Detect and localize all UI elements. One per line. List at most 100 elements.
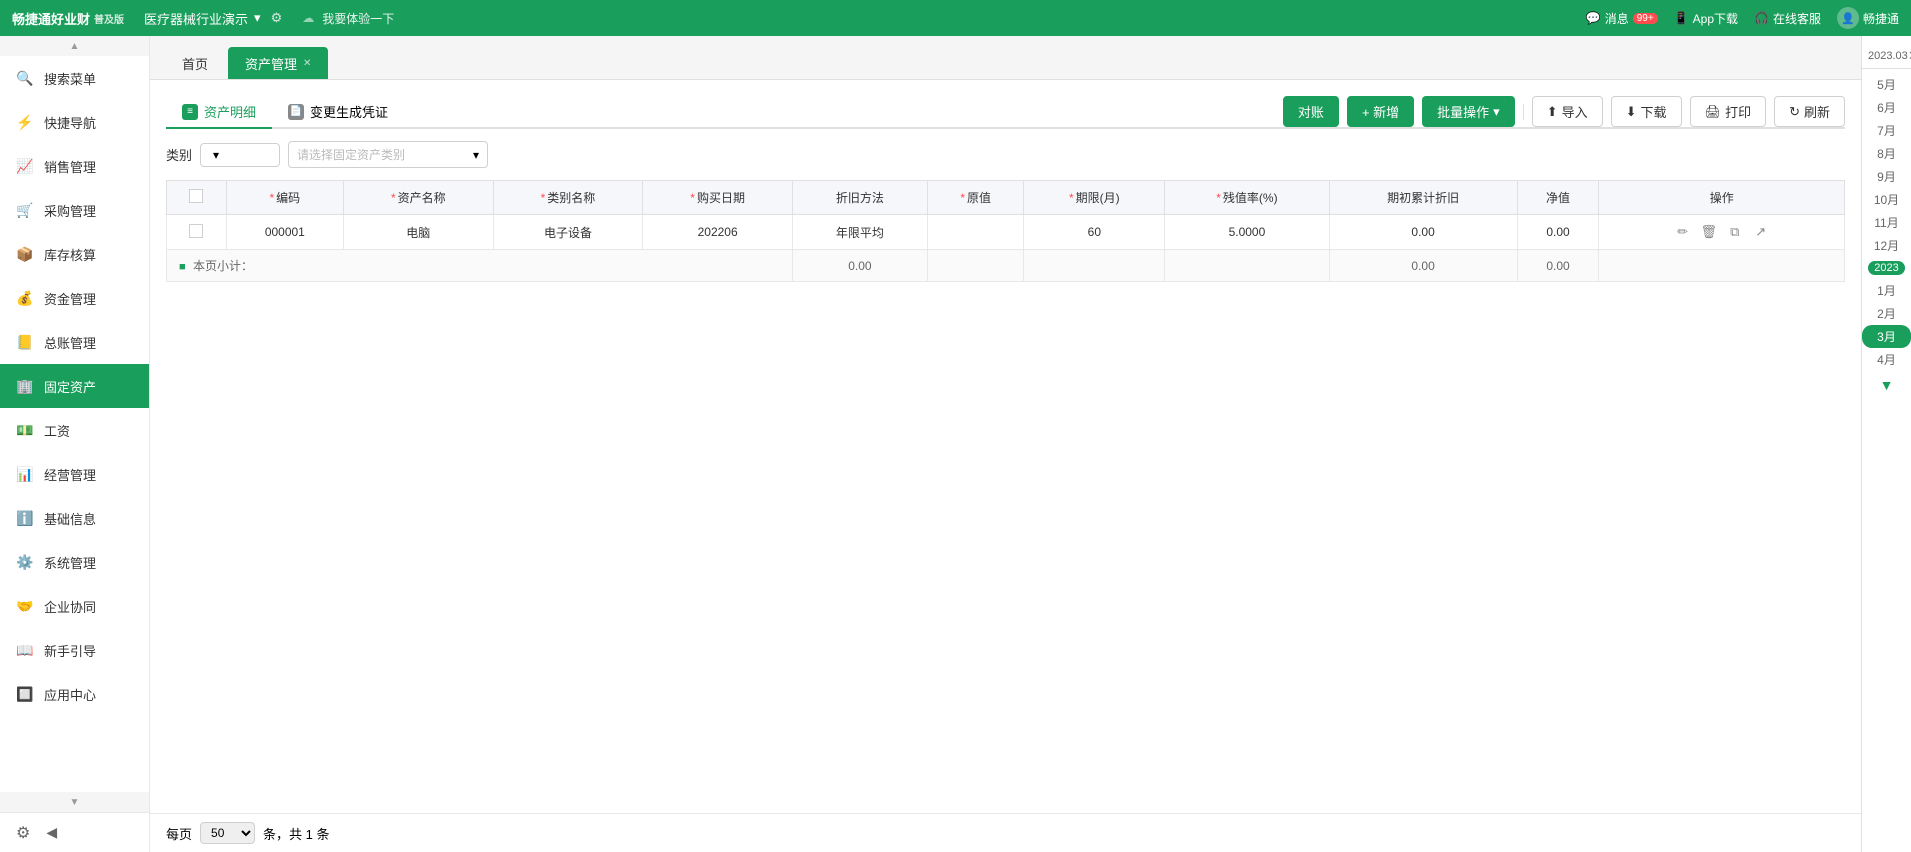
change-voucher-icon: 📄	[288, 104, 304, 120]
sub-tab-asset-detail-label: 资产明细	[204, 102, 256, 121]
select-all-checkbox[interactable]	[189, 189, 203, 203]
messages-btn[interactable]: 💬 消息 99+	[1586, 10, 1658, 27]
category-type-select[interactable]: 请选择固定资产类别 ▾	[288, 141, 488, 168]
category-label: 类别	[166, 145, 192, 164]
logo-text: 畅捷通好业财	[12, 9, 90, 28]
tab-asset-mgmt[interactable]: 资产管理 ✕	[228, 47, 328, 79]
download-icon: 📱	[1674, 11, 1689, 25]
online-service-btn[interactable]: 🎧 在线客服	[1754, 10, 1821, 27]
sidebar-item-capital[interactable]: 💰 资金管理	[0, 276, 149, 320]
avatar-icon: 👤	[1837, 7, 1859, 29]
company-selector[interactable]: 医疗器械行业演示 ▾ ⚙	[144, 9, 282, 28]
sidebar-item-enterprise[interactable]: 🤝 企业协同	[0, 584, 149, 628]
purchase-icon: 🛒	[16, 201, 34, 219]
tab-home[interactable]: 首页	[166, 47, 224, 79]
sidebar-item-operations[interactable]: 📊 经营管理	[0, 452, 149, 496]
toolbar-divider	[1523, 104, 1524, 120]
refresh-btn[interactable]: ↻ 刷新	[1774, 96, 1845, 127]
sidebar-item-salary[interactable]: 💵 工资	[0, 408, 149, 452]
page-size-select[interactable]: 50 100 200	[200, 822, 255, 844]
row-depreciation-method: 年限平均	[792, 215, 927, 250]
new-btn[interactable]: + 新增	[1347, 96, 1414, 127]
sidebar-item-purchase[interactable]: 🛒 采购管理	[0, 188, 149, 232]
sidebar-scroll-down[interactable]: ▼	[0, 792, 149, 812]
sidebar-item-label: 系统管理	[44, 553, 96, 572]
user-avatar-area[interactable]: 👤 畅捷通	[1837, 7, 1899, 29]
delete-icon[interactable]: 🗑	[1699, 222, 1719, 242]
month-9[interactable]: 9月	[1862, 165, 1911, 188]
category-select[interactable]: ▾	[200, 143, 280, 167]
month-8[interactable]: 8月	[1862, 142, 1911, 165]
quick-nav-icon: ⚡	[16, 113, 34, 131]
sidebar-item-label: 新手引导	[44, 641, 96, 660]
basic-info-icon: ℹ️	[16, 509, 34, 527]
sidebar-item-label: 销售管理	[44, 157, 96, 176]
settings-bottom-icon[interactable]: ⚙	[16, 823, 30, 843]
content-area: 首页 资产管理 ✕ ≡ 资产明细 📄 变更生成凭证 对	[150, 36, 1861, 852]
sub-tab-change-voucher[interactable]: 📄 变更生成凭证	[272, 96, 404, 129]
experience-btn-area[interactable]: ☁ 我要体验一下	[302, 10, 1586, 27]
sub-tabs: ≡ 资产明细 📄 变更生成凭证 对账 + 新增 批量操作 ▾	[166, 96, 1845, 129]
month-6[interactable]: 6月	[1862, 96, 1911, 119]
sub-tab-asset-detail[interactable]: ≡ 资产明细	[166, 96, 272, 129]
print-icon: 🖨	[1705, 104, 1722, 120]
reconcile-btn[interactable]: 对账	[1283, 96, 1339, 127]
salary-icon: 💵	[16, 421, 34, 439]
sidebar-item-system[interactable]: ⚙️ 系统管理	[0, 540, 149, 584]
download-btn[interactable]: ⬇ 下载	[1611, 96, 1682, 127]
main-layout: ▲ 🔍 搜索菜单 ⚡ 快捷导航 📈 销售管理 🛒 采购管理 📦 库存核算	[0, 36, 1911, 852]
edition-text: 普及版	[94, 11, 124, 26]
tab-close-icon[interactable]: ✕	[303, 58, 311, 69]
toolbar-right: 对账 + 新增 批量操作 ▾ ⬆ 导入 ⬇ 下载	[1283, 96, 1845, 127]
category-type-chevron-icon: ▾	[473, 148, 479, 162]
filter-bar: 类别 ▾ 请选择固定资产类别 ▾	[166, 141, 1845, 168]
import-btn[interactable]: ⬆ 导入	[1532, 96, 1603, 127]
batch-ops-btn[interactable]: 批量操作 ▾	[1422, 96, 1515, 127]
total-text: 条，共 1 条	[263, 824, 329, 843]
month-11[interactable]: 11月	[1862, 211, 1911, 234]
sidebar-item-fixed-assets[interactable]: 🏢 固定资产	[0, 364, 149, 408]
month-5[interactable]: 5月	[1862, 73, 1911, 96]
sidebar-item-sales[interactable]: 📈 销售管理	[0, 144, 149, 188]
sidebar-item-label: 应用中心	[44, 685, 96, 704]
sidebar-item-apps[interactable]: 🔲 应用中心	[0, 672, 149, 716]
row-category: 电子设备	[493, 215, 643, 250]
table-row: 000001 电脑 电子设备 202206 年限平均 60 5.0000 0.0…	[167, 215, 1845, 250]
edit-icon[interactable]: ✏	[1673, 222, 1693, 242]
year-btn[interactable]: 2023	[1868, 261, 1904, 275]
month-2[interactable]: 2月	[1862, 302, 1911, 325]
sidebar-item-search[interactable]: 🔍 搜索菜单	[0, 56, 149, 100]
sidebar-item-guide[interactable]: 📖 新手引导	[0, 628, 149, 672]
month-1[interactable]: 1月	[1862, 279, 1911, 302]
message-icon: 💬	[1586, 11, 1601, 25]
guide-icon: 📖	[16, 641, 34, 659]
copy-icon[interactable]: ⧉	[1725, 222, 1745, 242]
sidebar-item-basic-info[interactable]: ℹ️ 基础信息	[0, 496, 149, 540]
category-chevron-icon: ▾	[213, 148, 219, 162]
service-icon: 🎧	[1754, 11, 1769, 25]
sidebar-item-quick-nav[interactable]: ⚡ 快捷导航	[0, 100, 149, 144]
month-4[interactable]: 4月	[1862, 348, 1911, 371]
per-page-label: 每页	[166, 824, 192, 843]
month-3-current[interactable]: 3月	[1862, 325, 1911, 348]
sidebar-scroll-up[interactable]: ▲	[0, 36, 149, 56]
action-icons: ✏ 🗑 ⧉ ↗	[1605, 222, 1838, 242]
month-10[interactable]: 10月	[1862, 188, 1911, 211]
down-arrow-icon[interactable]: ▼	[1880, 377, 1894, 393]
row-checkbox	[167, 215, 227, 250]
print-btn[interactable]: 🖨 打印	[1690, 96, 1767, 127]
row-period: 60	[1024, 215, 1165, 250]
month-7[interactable]: 7月	[1862, 119, 1911, 142]
row-select-checkbox[interactable]	[189, 224, 203, 238]
settings-icon[interactable]: ⚙	[271, 10, 283, 26]
collapse-icon[interactable]: ◀	[46, 824, 57, 841]
tab-asset-mgmt-label: 资产管理	[245, 54, 297, 73]
import-label: 导入	[1562, 102, 1588, 121]
more-icon[interactable]: ↗	[1751, 222, 1771, 242]
app-download-btn[interactable]: 📱 App下载	[1674, 10, 1738, 27]
month-12[interactable]: 12月	[1862, 234, 1911, 257]
asset-detail-icon: ≡	[182, 104, 198, 120]
page-content: ≡ 资产明细 📄 变更生成凭证 对账 + 新增 批量操作 ▾	[150, 80, 1861, 813]
sidebar-item-inventory[interactable]: 📦 库存核算	[0, 232, 149, 276]
sidebar-item-ledger[interactable]: 📒 总账管理	[0, 320, 149, 364]
